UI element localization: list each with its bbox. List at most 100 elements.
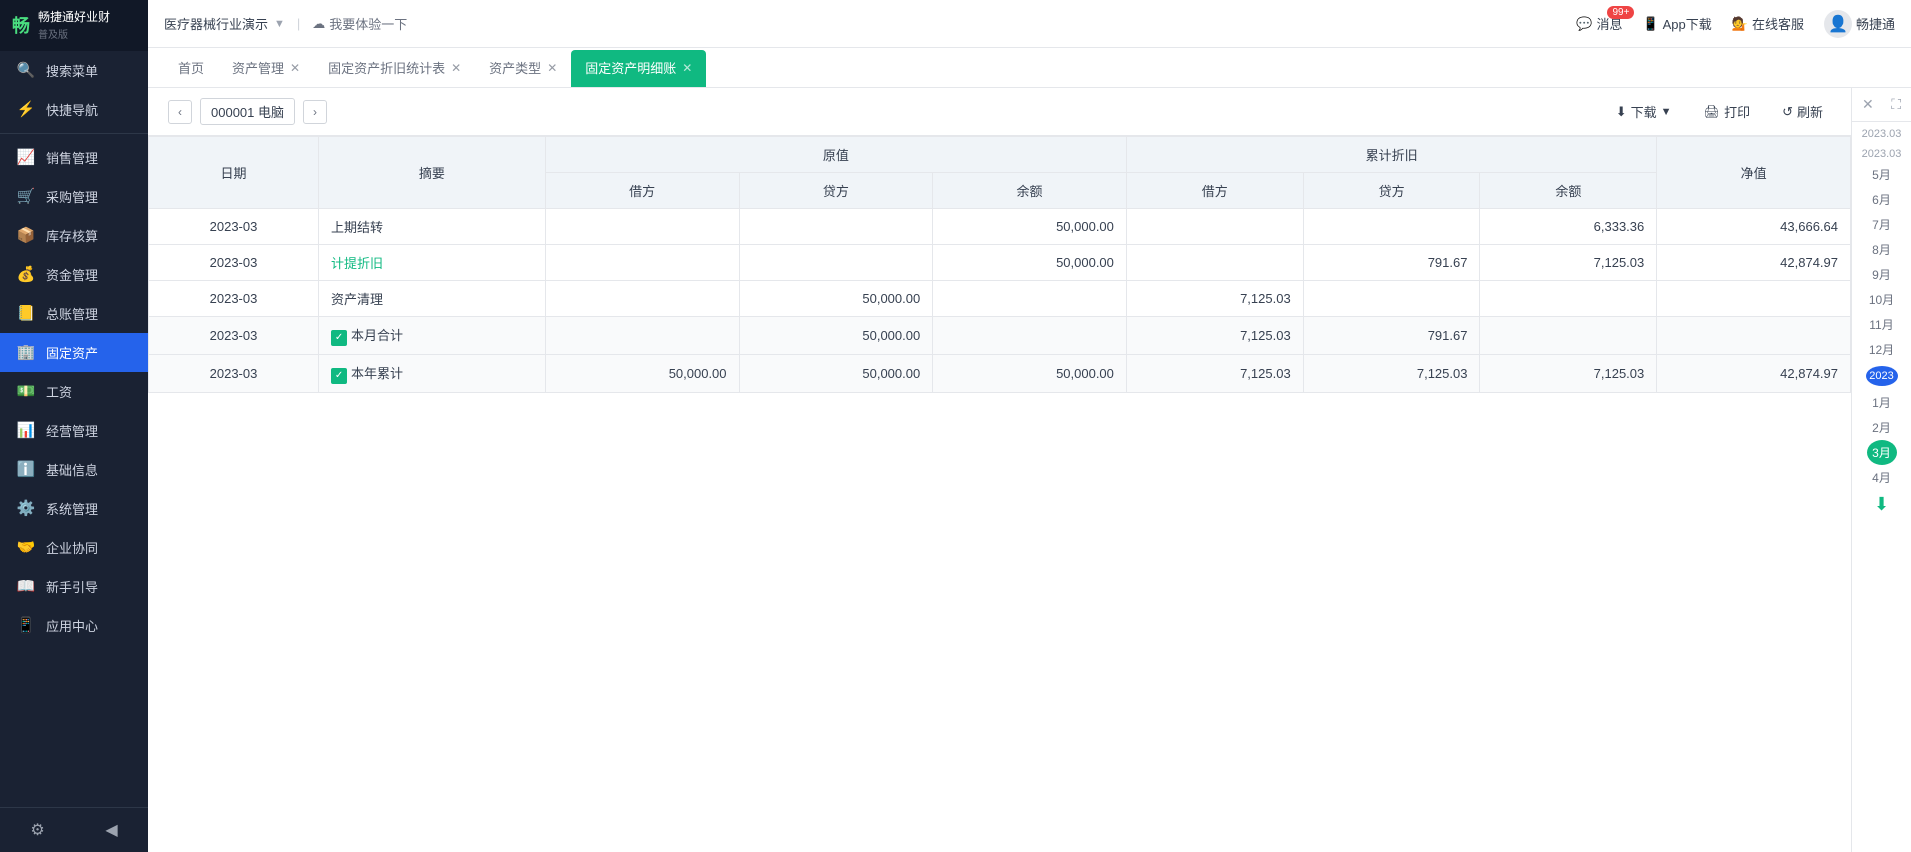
table-row-date: 2023-03 (149, 355, 319, 393)
fixed-assets-icon: 🏢 (16, 343, 36, 361)
sidebar-item-capital[interactable]: 💰 资金管理 (0, 255, 148, 294)
print-button[interactable]: 🖨 打印 (1696, 98, 1759, 125)
timeline-month-2023[interactable]: 1月 (1852, 390, 1911, 415)
timeline-month[interactable]: 5月 (1852, 162, 1911, 187)
avatar: 👤 (1824, 10, 1852, 38)
prev-asset-button[interactable]: ‹ (168, 100, 192, 124)
sidebar-item-system[interactable]: ⚙️ 系统管理 (0, 489, 148, 528)
ad-balance: 7,125.03 (1480, 245, 1657, 281)
ad-credit (1303, 209, 1480, 245)
ad-balance (1480, 281, 1657, 317)
sidebar-item-guide[interactable]: 📖 新手引导 (0, 567, 148, 606)
tab-asset-mgmt[interactable]: 资产管理 ✕ (218, 50, 314, 87)
main-area: 医疗器械行业演示 ▼ | ☁ 我要体验一下 💬 消息 99+ 📱 App下载 💁… (148, 0, 1911, 852)
net-value (1657, 317, 1851, 355)
ledger-icon: 📒 (16, 304, 36, 322)
timeline-month[interactable]: 12月 (1852, 337, 1911, 362)
ad-balance (1480, 317, 1657, 355)
operations-icon: 📊 (16, 421, 36, 439)
ad-debit: 7,125.03 (1126, 317, 1303, 355)
asset-code-display: 000001 电脑 (200, 98, 295, 125)
topbar-app-download[interactable]: 📱 App下载 (1642, 14, 1711, 33)
timeline-month[interactable]: 8月 (1852, 237, 1911, 262)
topbar-company[interactable]: 医疗器械行业演示 ▼ (164, 14, 285, 33)
sidebar-logo: 畅 (12, 12, 30, 38)
timeline-year-2023: 2023 (1866, 366, 1898, 386)
sidebar-item-operations[interactable]: 📊 经营管理 (0, 411, 148, 450)
timeline-month-2023[interactable]: 2月 (1852, 415, 1911, 440)
ov-balance: 50,000.00 (933, 355, 1127, 393)
ad-debit: 7,125.03 (1126, 355, 1303, 393)
tab-depreciation-table[interactable]: 固定资产折旧统计表 ✕ (314, 50, 475, 87)
topbar-user[interactable]: 👤 畅捷通 (1824, 10, 1895, 38)
sidebar-item-payroll[interactable]: 💵 工资 (0, 372, 148, 411)
quicknav-icon: ⚡ (16, 100, 36, 118)
sidebar-item-ledger[interactable]: 📒 总账管理 (0, 294, 148, 333)
timeline-early-months: 5月6月7月8月9月10月11月12月 (1852, 162, 1911, 362)
tab-asset-detail-close[interactable]: ✕ (682, 61, 692, 75)
timeline-2023-months: 1月2月3月4月 (1852, 390, 1911, 490)
sidebar-item-label: 企业协同 (46, 538, 98, 557)
sidebar-item-label: 应用中心 (46, 616, 98, 635)
th-ad-balance: 余额 (1480, 173, 1657, 209)
sidebar-item-label: 系统管理 (46, 499, 98, 518)
timeline-month[interactable]: 9月 (1852, 262, 1911, 287)
inventory-icon: 📦 (16, 226, 36, 244)
th-ov-debit: 借方 (545, 173, 739, 209)
net-value: 42,874.97 (1657, 355, 1851, 393)
ov-balance: 50,000.00 (933, 209, 1127, 245)
ad-balance: 6,333.36 (1480, 209, 1657, 245)
timeline-expand-btn[interactable]: ⛶ (1885, 94, 1907, 115)
timeline-month-2023[interactable]: 4月 (1852, 465, 1911, 490)
asset-detail-table: 日期 摘要 原值 累计折旧 净值 借方 贷方 余额 借方 贷方 余额 (148, 136, 1851, 393)
timeline-close-btn[interactable]: ✕ (1856, 94, 1880, 115)
download-button[interactable]: ⬇ 下载 ▼ (1608, 98, 1680, 125)
topbar-messages[interactable]: 💬 消息 99+ (1576, 14, 1622, 33)
sidebar-item-enterprise[interactable]: 🤝 企业协同 (0, 528, 148, 567)
timeline-header: ✕ ⛶ (1852, 88, 1911, 122)
table-row-summary[interactable]: 计提折旧 (319, 245, 546, 281)
tab-asset-mgmt-label: 资产管理 (232, 58, 284, 77)
sidebar-item-purchase[interactable]: 🛒 采购管理 (0, 177, 148, 216)
sidebar-item-inventory[interactable]: 📦 库存核算 (0, 216, 148, 255)
topbar-customer-service[interactable]: 💁 在线客服 (1732, 14, 1804, 33)
tab-home[interactable]: 首页 (164, 50, 218, 87)
sidebar-item-app-center[interactable]: 📱 应用中心 (0, 606, 148, 645)
sidebar-item-quick-nav[interactable]: ⚡ 快捷导航 (0, 90, 148, 129)
ov-debit: 50,000.00 (545, 355, 739, 393)
timeline-down-arrow[interactable]: ⬇ (1852, 490, 1911, 519)
tab-depreciation-close[interactable]: ✕ (451, 61, 461, 75)
timeline-month[interactable]: 7月 (1852, 212, 1911, 237)
sidebar-item-search[interactable]: 🔍 搜索菜单 (0, 51, 148, 90)
cloud-icon: ☁ (312, 16, 325, 32)
sidebar-item-basic-info[interactable]: ℹ️ 基础信息 (0, 450, 148, 489)
sidebar-item-fixed-assets[interactable]: 🏢 固定资产 (0, 333, 148, 372)
timeline-month[interactable]: 11月 (1852, 312, 1911, 337)
purchase-icon: 🛒 (16, 187, 36, 205)
refresh-button[interactable]: ↺ 刷新 (1774, 98, 1831, 125)
table-container: 日期 摘要 原值 累计折旧 净值 借方 贷方 余额 借方 贷方 余额 (148, 136, 1851, 852)
sidebar-settings-btn[interactable]: ⚙ (22, 816, 52, 844)
tab-asset-type-close[interactable]: ✕ (547, 61, 557, 75)
ov-credit (739, 209, 933, 245)
tab-asset-type[interactable]: 资产类型 ✕ (475, 50, 571, 87)
next-asset-button[interactable]: › (303, 100, 327, 124)
system-icon: ⚙️ (16, 499, 36, 517)
enterprise-icon: 🤝 (16, 538, 36, 556)
subtotal-icon: ✓ (331, 368, 347, 384)
th-net-value: 净值 (1657, 137, 1851, 209)
sidebar-item-sales[interactable]: 📈 销售管理 (0, 138, 148, 177)
ad-credit: 791.67 (1303, 245, 1480, 281)
basicinfo-icon: ℹ️ (16, 460, 36, 478)
depreciation-link[interactable]: 计提折旧 (331, 256, 383, 271)
topbar-experience[interactable]: ☁ 我要体验一下 (312, 14, 407, 33)
sidebar-title-block: 畅捷通好业财 普及版 (38, 10, 110, 41)
timeline-month[interactable]: 10月 (1852, 287, 1911, 312)
sidebar-collapse-btn[interactable]: ◀ (97, 816, 125, 844)
timeline-month-2023[interactable]: 3月 (1867, 440, 1897, 465)
tab-asset-detail[interactable]: 固定资产明细账 ✕ (571, 50, 706, 87)
main-content: ‹ 000001 电脑 › ⬇ 下载 ▼ 🖨 打印 ↺ 刷新 (148, 88, 1851, 852)
tab-asset-mgmt-close[interactable]: ✕ (290, 61, 300, 75)
timeline-month[interactable]: 6月 (1852, 187, 1911, 212)
download-icon: ⬇ (1616, 104, 1627, 120)
